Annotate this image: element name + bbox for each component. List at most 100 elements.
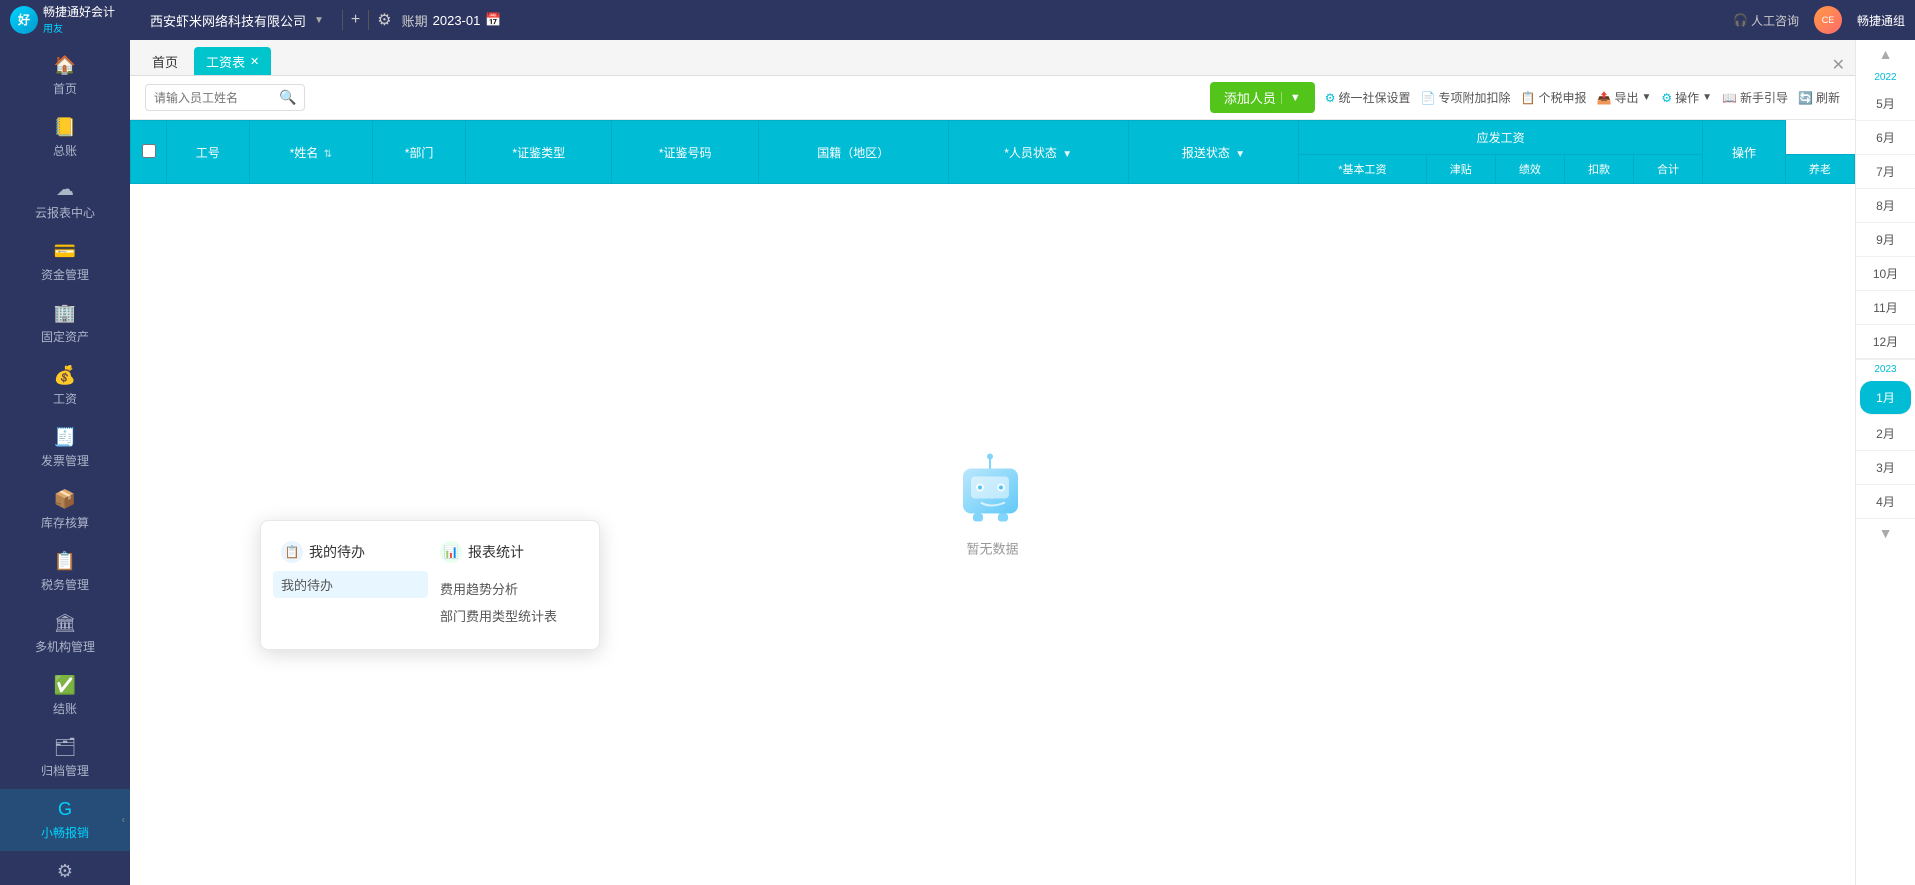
period-value: 2023-01 <box>433 13 481 28</box>
todo-section-icon: 📋 <box>281 541 303 563</box>
add-person-button[interactable]: 添加人员 ▼ <box>1210 82 1315 113</box>
search-input[interactable] <box>154 91 274 105</box>
divider2 <box>368 10 369 30</box>
sidebar-item-xiao-chang[interactable]: G 小畅报销 ‹ <box>0 789 130 851</box>
logo-text: 畅捷通好会计 用友 <box>43 5 115 34</box>
popup-item-dept-cost[interactable]: 部门费用类型统计表 <box>440 602 579 629</box>
main-layout: 🏠 首页 📒 总账 ☁ 云报表中心 💳 资金管理 🏢 固定资产 💰 工资 🧾 发… <box>0 40 1915 885</box>
sidebar-item-invoice[interactable]: 🧾 发票管理 <box>0 417 130 479</box>
social-security-icon: ⚙ <box>1325 91 1336 105</box>
sidebar-label-fixed-assets: 固定资产 <box>41 328 89 345</box>
window-close-icon[interactable]: ✕ <box>1832 55 1845 75</box>
sidebar-item-multi-org[interactable]: 🏛 多机构管理 <box>0 603 130 665</box>
popup-item-cost-trend[interactable]: 费用趋势分析 <box>440 575 579 602</box>
tab-close-icon[interactable]: ✕ <box>250 55 259 68</box>
company-dropdown-icon[interactable]: ▼ <box>314 15 324 26</box>
month-8[interactable]: 8月 <box>1856 189 1915 223</box>
operation-btn[interactable]: ⚙ 操作 ▼ <box>1661 89 1712 106</box>
popup-item-my-todo[interactable]: 我的待办 <box>273 571 428 598</box>
period-area: 账期 2023-01 📅 <box>402 11 502 30</box>
company-area[interactable]: 西安虾米网络科技有限公司 ▼ <box>140 11 334 30</box>
month-4[interactable]: 4月 <box>1856 485 1915 519</box>
search-box[interactable]: 🔍 <box>145 84 305 111</box>
right-panel: ▲ 2022 5月 6月 7月 8月 9月 10月 11月 12月 2023 1… <box>1855 40 1915 885</box>
special-deduction-btn[interactable]: 📄 专项附加扣除 <box>1421 89 1511 106</box>
tab-bar: 首页 工资表 ✕ ✕ <box>130 40 1855 76</box>
xiao-chang-arrow-icon: ‹ <box>122 815 125 826</box>
settings-icon[interactable]: ⚙ <box>377 10 391 30</box>
sidebar-item-fixed-assets[interactable]: 🏢 固定资产 <box>0 293 130 355</box>
home-icon: 🏠 <box>54 55 76 76</box>
sidebar-item-salary[interactable]: 💰 工资 <box>0 355 130 417</box>
th-person-status[interactable]: *人员状态 ▼ <box>948 121 1128 184</box>
tab-home-label: 首页 <box>152 52 178 71</box>
empty-text: 暂无数据 <box>966 538 1018 557</box>
month-6[interactable]: 6月 <box>1856 121 1915 155</box>
social-security-btn[interactable]: ⚙ 统一社保设置 <box>1325 89 1411 106</box>
th-dept: *部门 <box>373 121 466 184</box>
popup-report-title-label: 报表统计 <box>468 542 524 562</box>
sidebar-item-home[interactable]: 🏠 首页 <box>0 45 130 107</box>
month-next-btn[interactable]: ▼ <box>1856 519 1915 547</box>
tax-report-btn[interactable]: 📋 个税申报 <box>1521 89 1587 106</box>
th-report-status[interactable]: 报送状态 ▼ <box>1128 121 1298 184</box>
sidebar-item-tax[interactable]: 📋 税务管理 <box>0 541 130 603</box>
sidebar-item-inventory[interactable]: 📦 库存核算 <box>0 479 130 541</box>
month-7[interactable]: 7月 <box>1856 155 1915 189</box>
month-3[interactable]: 3月 <box>1856 451 1915 485</box>
plus-icon[interactable]: + <box>351 11 360 29</box>
new-guide-btn[interactable]: 📖 新手引导 <box>1722 89 1788 106</box>
refresh-icon: 🔄 <box>1798 91 1813 105</box>
person-status-filter-icon: ▼ <box>1062 149 1072 160</box>
invoice-icon: 🧾 <box>54 427 76 448</box>
month-prev-btn[interactable]: ▲ <box>1856 40 1915 68</box>
popup-section-report-title: 📊 报表统计 <box>440 541 579 563</box>
sidebar-label-archive: 归档管理 <box>41 762 89 779</box>
name-sort-icon: ⇅ <box>324 149 332 160</box>
month-9[interactable]: 9月 <box>1856 223 1915 257</box>
sidebar: 🏠 首页 📒 总账 ☁ 云报表中心 💳 资金管理 🏢 固定资产 💰 工资 🧾 发… <box>0 40 130 885</box>
th-pension: 养老 <box>1785 155 1854 184</box>
month-5[interactable]: 5月 <box>1856 87 1915 121</box>
ledger-icon: 📒 <box>54 117 76 138</box>
sidebar-item-cloud-report[interactable]: ☁ 云报表中心 <box>0 169 130 231</box>
export-btn[interactable]: 📤 导出 ▼ <box>1597 89 1652 106</box>
search-icon[interactable]: 🔍 <box>279 89 296 106</box>
my-todo-label: 我的待办 <box>281 578 333 593</box>
sidebar-item-checkout[interactable]: ✅ 结账 <box>0 665 130 727</box>
empty-icon <box>953 448 1033 528</box>
th-name[interactable]: *姓名 ⇅ <box>249 121 373 184</box>
add-person-dropdown-icon[interactable]: ▼ <box>1281 92 1301 104</box>
calendar-icon[interactable]: 📅 <box>485 12 501 28</box>
user-name: 畅捷通组 <box>1857 12 1905 29</box>
th-checkbox[interactable] <box>131 121 167 184</box>
fixed-assets-icon: 🏢 <box>54 303 76 324</box>
month-12[interactable]: 12月 <box>1856 325 1915 359</box>
refresh-btn[interactable]: 🔄 刷新 <box>1798 89 1840 106</box>
tab-salary-label: 工资表 <box>206 52 245 71</box>
popup-section-todo: 📋 我的待办 我的待办 <box>281 541 420 629</box>
th-country: 国籍（地区） <box>758 121 948 184</box>
content-area: 首页 工资表 ✕ ✕ 🔍 添加人员 ▼ ⚙ 统一社保设置 <box>130 40 1855 885</box>
top-right: 🎧 人工咨询 CE 畅捷通组 <box>1733 6 1905 34</box>
sidebar-label-fund: 资金管理 <box>41 266 89 283</box>
month-10[interactable]: 10月 <box>1856 257 1915 291</box>
period-label: 账期 <box>402 11 428 30</box>
tax-icon: 📋 <box>54 551 76 572</box>
sidebar-item-ledger[interactable]: 📒 总账 <box>0 107 130 169</box>
export-label: 导出 <box>1614 89 1638 106</box>
sidebar-item-archive[interactable]: 🗂 归档管理 <box>0 727 130 789</box>
month-1-active[interactable]: 1月 <box>1860 381 1911 415</box>
tab-home[interactable]: 首页 <box>140 47 190 75</box>
add-person-label: 添加人员 <box>1224 88 1276 107</box>
month-11[interactable]: 11月 <box>1856 291 1915 325</box>
export-dropdown-icon: ▼ <box>1641 92 1651 103</box>
select-all-checkbox[interactable] <box>142 144 156 158</box>
sidebar-label-cloud-report: 云报表中心 <box>35 204 95 221</box>
tab-salary[interactable]: 工资表 ✕ <box>194 47 271 75</box>
th-cert-type: *证鉴类型 <box>466 121 612 184</box>
service-btn[interactable]: 🎧 人工咨询 <box>1733 12 1799 29</box>
sidebar-item-fund[interactable]: 💳 资金管理 <box>0 231 130 293</box>
month-2[interactable]: 2月 <box>1856 417 1915 451</box>
sidebar-item-basic-settings[interactable]: ⚙ 基础设置 <box>0 851 130 885</box>
